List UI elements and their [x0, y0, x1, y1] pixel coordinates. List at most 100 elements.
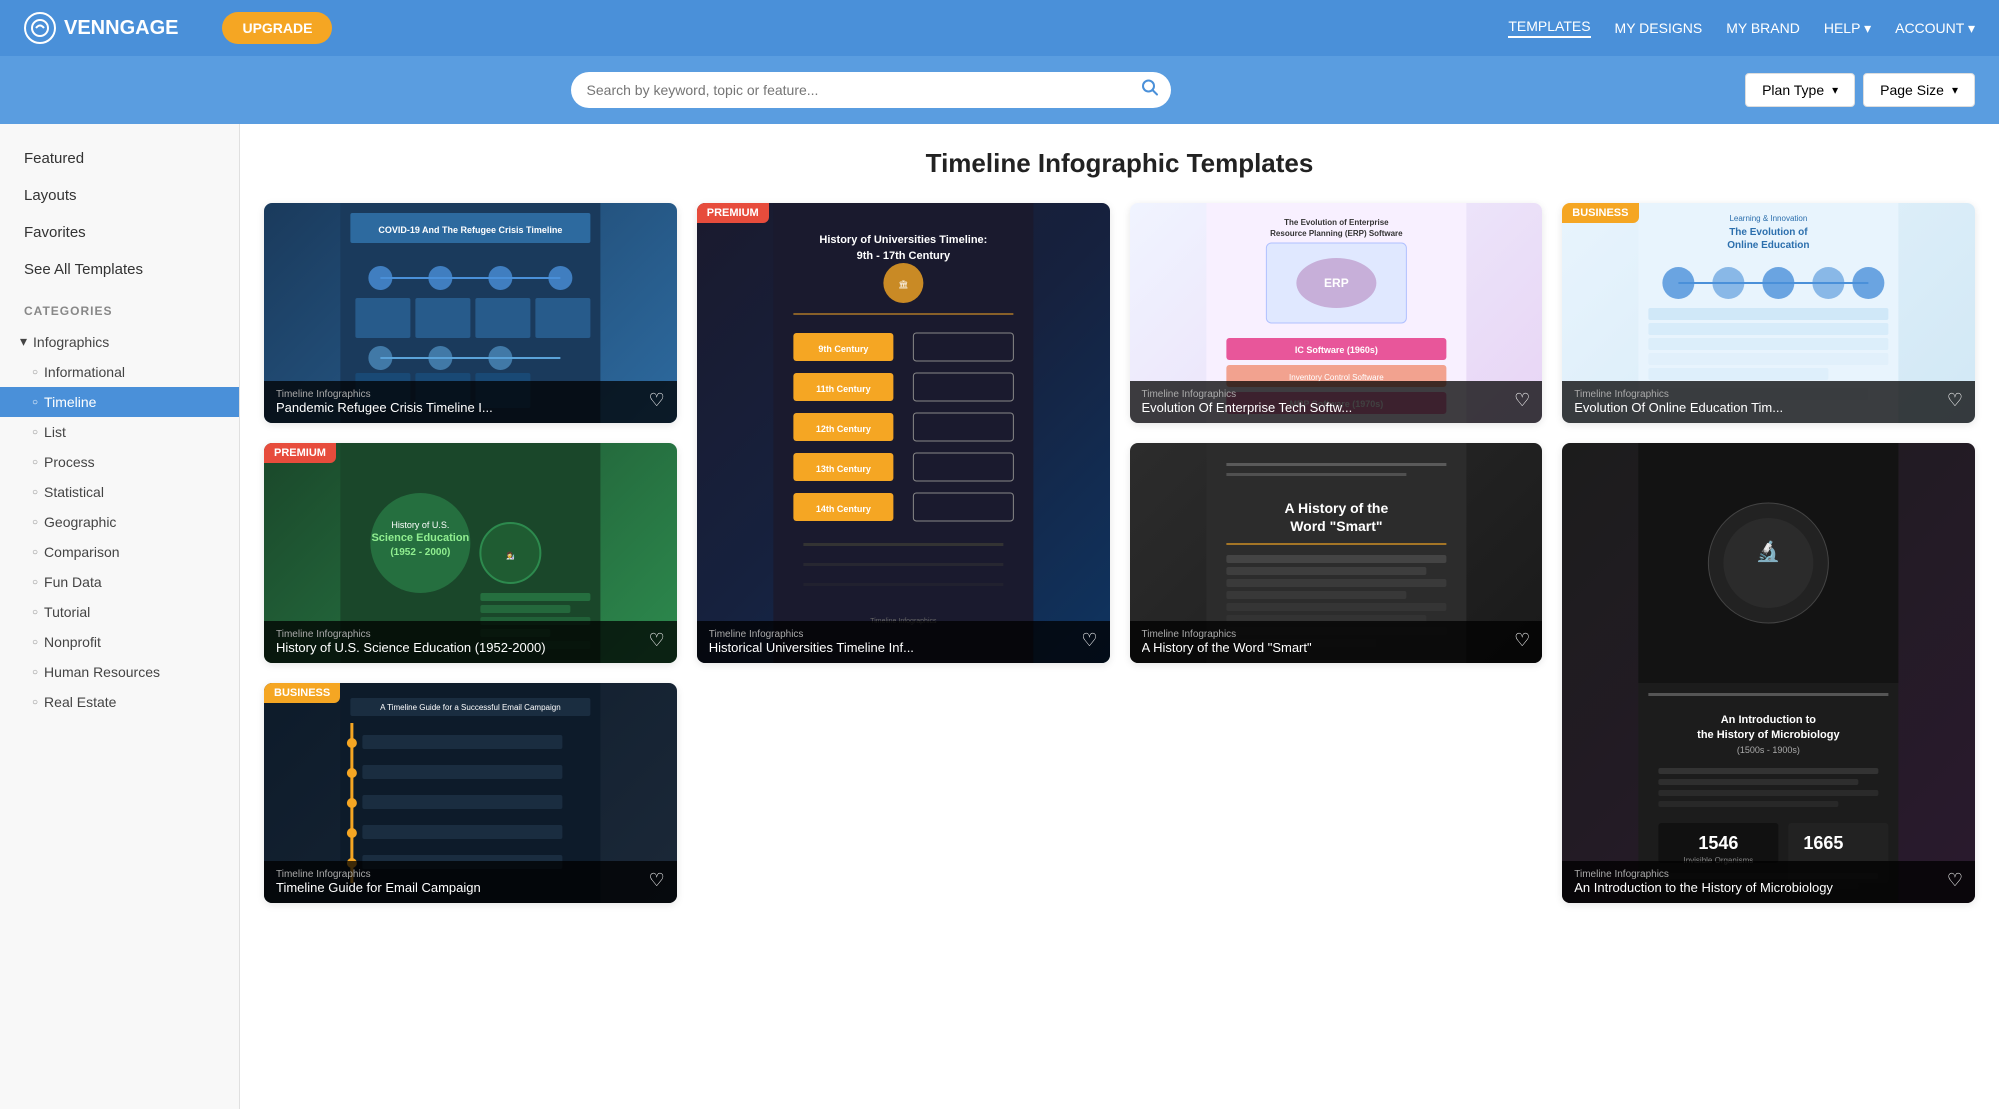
favorite-button-1[interactable]: ♡ — [649, 390, 665, 411]
svg-text:the History of Microbiology: the History of Microbiology — [1697, 729, 1840, 741]
expand-arrow-icon: ▾ — [20, 333, 27, 350]
favorite-button-3[interactable]: ♡ — [1514, 390, 1530, 411]
sidebar-item-fun-data[interactable]: ○ Fun Data — [0, 567, 239, 597]
template-footer-7: Timeline Infographics An Introduction to… — [1562, 861, 1975, 903]
template-title-5: History of U.S. Science Education (1952-… — [276, 640, 665, 655]
svg-text:The Evolution of: The Evolution of — [1729, 227, 1808, 238]
sidebar-item-informational[interactable]: ○ Informational — [0, 357, 239, 387]
template-badge-5: PREMIUM — [264, 443, 336, 463]
sidebar-item-list[interactable]: ○ List — [0, 417, 239, 447]
logo-text: VENNGAGE — [64, 17, 178, 40]
nav-help[interactable]: HELP ▾ — [1824, 20, 1871, 37]
sidebar-item-infographics[interactable]: ▾ Infographics — [0, 326, 239, 357]
svg-text:9th Century: 9th Century — [818, 344, 868, 354]
upgrade-button[interactable]: UPGRADE — [222, 12, 332, 44]
template-card-3[interactable]: The Evolution of Enterprise Resource Pla… — [1130, 203, 1543, 423]
dot-icon: ○ — [32, 367, 38, 378]
sidebar-item-featured[interactable]: Featured — [0, 140, 239, 177]
template-card-6[interactable]: A History of the Word "Smart" Ti — [1130, 443, 1543, 663]
sidebar-item-real-estate[interactable]: ○ Real Estate — [0, 687, 239, 717]
categories-title: CATEGORIES — [0, 288, 239, 326]
nav-account[interactable]: ACCOUNT ▾ — [1895, 20, 1975, 37]
template-card-8[interactable]: BUSINESS A Timeline Guide for a Successf… — [264, 683, 677, 903]
template-card-4[interactable]: BUSINESS Learning & Innovation The Evolu… — [1562, 203, 1975, 423]
svg-text:History of U.S.: History of U.S. — [391, 520, 449, 530]
sidebar-item-timeline[interactable]: ○ Timeline — [0, 387, 239, 417]
nav-my-brand[interactable]: MY BRAND — [1726, 20, 1800, 36]
template-title-2: Historical Universities Timeline Inf... — [709, 640, 1098, 655]
top-navigation: VENNGAGE UPGRADE TEMPLATES MY DESIGNS MY… — [0, 0, 1999, 56]
favorite-button-2[interactable]: ♡ — [1081, 630, 1097, 651]
svg-text:👩‍🔬: 👩‍🔬 — [506, 551, 515, 560]
plan-type-filter[interactable]: Plan Type — [1745, 73, 1855, 107]
dot-icon: ○ — [32, 637, 38, 648]
page-size-filter[interactable]: Page Size — [1863, 73, 1975, 107]
sidebar-item-human-resources[interactable]: ○ Human Resources — [0, 657, 239, 687]
sidebar-item-comparison[interactable]: ○ Comparison — [0, 537, 239, 567]
logo-icon — [24, 12, 56, 44]
nav-my-designs[interactable]: MY DESIGNS — [1615, 20, 1703, 36]
sidebar-item-layouts[interactable]: Layouts — [0, 177, 239, 214]
favorite-button-7[interactable]: ♡ — [1947, 870, 1963, 891]
page-title: Timeline Infographic Templates — [264, 148, 1975, 179]
dot-icon: ○ — [32, 547, 38, 558]
main-layout: Featured Layouts Favorites See All Templ… — [0, 124, 1999, 1109]
search-input[interactable] — [571, 72, 1171, 108]
favorite-button-5[interactable]: ♡ — [649, 630, 665, 651]
sidebar-item-tutorial[interactable]: ○ Tutorial — [0, 597, 239, 627]
svg-text:IC Software (1960s): IC Software (1960s) — [1294, 345, 1377, 355]
sidebar-item-favorites[interactable]: Favorites — [0, 214, 239, 251]
svg-text:The Evolution of Enterprise: The Evolution of Enterprise — [1284, 218, 1389, 227]
sidebar-item-process[interactable]: ○ Process — [0, 447, 239, 477]
template-card-1[interactable]: COVID-19 And The Refugee Crisis Timeline — [264, 203, 677, 423]
template-category-3: Timeline Infographics — [1142, 389, 1531, 400]
template-category-4: Timeline Infographics — [1574, 389, 1963, 400]
template-title-3: Evolution Of Enterprise Tech Softw... — [1142, 400, 1531, 415]
search-area: Plan Type Page Size — [0, 56, 1999, 124]
template-card-5[interactable]: PREMIUM History of U.S. Science Educatio… — [264, 443, 677, 663]
dot-icon: ○ — [32, 397, 38, 408]
svg-text:History of Universities Timeli: History of Universities Timeline: — [819, 234, 987, 246]
svg-text:Science Education: Science Education — [371, 532, 469, 544]
svg-text:A Timeline Guide for a Success: A Timeline Guide for a Successful Email … — [380, 703, 561, 712]
favorite-button-4[interactable]: ♡ — [1947, 390, 1963, 411]
template-title-4: Evolution Of Online Education Tim... — [1574, 400, 1963, 415]
svg-text:1546: 1546 — [1699, 833, 1739, 853]
dot-icon: ○ — [32, 697, 38, 708]
sidebar-item-nonprofit[interactable]: ○ Nonprofit — [0, 627, 239, 657]
dot-icon: ○ — [32, 607, 38, 618]
template-footer-6: Timeline Infographics A History of the W… — [1130, 621, 1543, 663]
dot-icon: ○ — [32, 667, 38, 678]
search-button[interactable] — [1141, 79, 1159, 102]
favorite-button-6[interactable]: ♡ — [1514, 630, 1530, 651]
svg-text:12th Century: 12th Century — [816, 424, 871, 434]
svg-text:An Introduction to: An Introduction to — [1721, 714, 1817, 726]
dot-icon: ○ — [32, 517, 38, 528]
svg-text:COVID-19 And The Refugee Crisi: COVID-19 And The Refugee Crisis Timeline — [378, 225, 562, 235]
template-category-6: Timeline Infographics — [1142, 629, 1531, 640]
template-card-7[interactable]: 🔬 An Introduction to the History of Micr… — [1562, 443, 1975, 903]
logo[interactable]: VENNGAGE — [24, 12, 178, 44]
sidebar-item-geographic[interactable]: ○ Geographic — [0, 507, 239, 537]
template-footer-3: Timeline Infographics Evolution Of Enter… — [1130, 381, 1543, 423]
favorite-button-8[interactable]: ♡ — [649, 870, 665, 891]
template-title-1: Pandemic Refugee Crisis Timeline I... — [276, 400, 665, 415]
template-preview-2: History of Universities Timeline: 9th - … — [697, 203, 1110, 663]
templates-grid: COVID-19 And The Refugee Crisis Timeline — [264, 203, 1975, 903]
template-card-2[interactable]: PREMIUM History of Universities Timeline… — [697, 203, 1110, 663]
template-title-8: Timeline Guide for Email Campaign — [276, 880, 665, 895]
sidebar-item-see-all[interactable]: See All Templates — [0, 251, 239, 288]
template-badge-2: PREMIUM — [697, 203, 769, 223]
template-badge-4: BUSINESS — [1562, 203, 1638, 223]
svg-text:A History of the: A History of the — [1284, 500, 1388, 516]
svg-text:🏛: 🏛 — [898, 280, 908, 289]
sidebar-item-statistical[interactable]: ○ Statistical — [0, 477, 239, 507]
template-category-5: Timeline Infographics — [276, 629, 665, 640]
nav-links: TEMPLATES MY DESIGNS MY BRAND HELP ▾ ACC… — [1508, 18, 1975, 38]
svg-text:(1500s - 1900s): (1500s - 1900s) — [1737, 745, 1800, 755]
template-footer-8: Timeline Infographics Timeline Guide for… — [264, 861, 677, 903]
svg-text:1665: 1665 — [1804, 833, 1844, 853]
template-category-1: Timeline Infographics — [276, 389, 665, 400]
template-title-7: An Introduction to the History of Microb… — [1574, 880, 1963, 895]
nav-templates[interactable]: TEMPLATES — [1508, 18, 1590, 38]
